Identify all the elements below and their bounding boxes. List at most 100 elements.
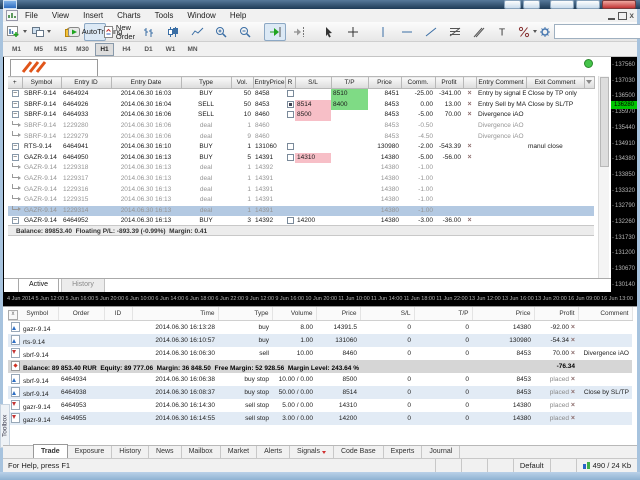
chart-shift-button[interactable] xyxy=(288,23,310,41)
timeframe-m15[interactable]: M15 xyxy=(51,43,70,56)
toolbox-col-header[interactable]: ID xyxy=(104,307,133,321)
panel-tab-history[interactable]: History xyxy=(61,279,105,293)
history-col-header[interactable] xyxy=(584,76,595,89)
timeframe-w1[interactable]: W1 xyxy=(161,43,180,56)
timeframe-d1[interactable]: D1 xyxy=(139,43,158,56)
history-col-header[interactable]: Comm. xyxy=(401,76,436,89)
horizontal-line-button[interactable] xyxy=(396,23,418,41)
profiles-button[interactable] xyxy=(30,23,52,41)
toolbox-side-tab[interactable]: Toolbox xyxy=(0,404,10,448)
mdi-restore-icon[interactable] xyxy=(617,12,627,20)
history-order-row[interactable]: − SBRF-9.14 6464926 2014.06.30 16:04 SELL 50 8… xyxy=(8,99,594,111)
trendline-button[interactable] xyxy=(420,23,442,41)
toolbox-col-header[interactable]: Type xyxy=(218,307,273,321)
tab-code-base[interactable]: Code Base xyxy=(334,446,384,458)
collapse-icon[interactable]: − xyxy=(11,217,19,225)
search-input[interactable] xyxy=(555,25,640,38)
mdi-close-icon[interactable]: x xyxy=(630,12,634,20)
toolbox-row[interactable]: gazr-9.14 6464955 2014.06.30 16:14:55 sell … xyxy=(8,412,632,425)
status-profile[interactable]: Default xyxy=(512,459,550,472)
history-col-header[interactable]: Symbol xyxy=(22,76,62,89)
history-col-header[interactable]: S/L xyxy=(295,76,332,89)
tab-signals[interactable]: Signals xyxy=(290,446,334,458)
reverse-checkbox[interactable] xyxy=(287,153,294,161)
collapse-icon[interactable]: − xyxy=(11,143,19,151)
collapse-icon[interactable]: − xyxy=(11,100,19,108)
history-col-header[interactable]: Vol. xyxy=(231,76,254,89)
close-icon[interactable] xyxy=(602,0,636,9)
timeframe-m5[interactable]: M5 xyxy=(29,43,48,56)
history-deal-row[interactable]: GAZR-9.14 1229314 2014.06.30 16:13 deal 1 143… xyxy=(8,205,594,217)
toolbox-row[interactable]: rts-9.14 2014.06.30 16:10:57 buy 1.00 131060… xyxy=(8,334,632,347)
toolbox-col-header[interactable]: Comment xyxy=(578,307,633,321)
history-col-header[interactable]: Entry Comment xyxy=(476,76,527,89)
scrollbar-thumb[interactable] xyxy=(600,77,609,167)
line-chart-mode-button[interactable] xyxy=(186,23,208,41)
history-deal-row[interactable]: SBRF-9.14 1229280 2014.06.30 16:06 deal 1 846… xyxy=(8,120,594,132)
toolbox-col-header[interactable]: Time xyxy=(132,307,219,321)
menu-item-view[interactable]: View xyxy=(45,9,76,22)
menu-item-file[interactable]: File xyxy=(18,9,45,22)
zoom-in-button[interactable] xyxy=(210,23,232,41)
channel-button[interactable] xyxy=(468,23,490,41)
menu-item-insert[interactable]: Insert xyxy=(76,9,110,22)
close-position-icon[interactable]: × xyxy=(569,337,575,344)
quick-access-button-2[interactable] xyxy=(523,0,540,9)
history-col-header[interactable]: T/P xyxy=(331,76,369,89)
tab-exposure[interactable]: Exposure xyxy=(68,446,113,458)
close-position-icon[interactable]: × xyxy=(467,154,471,161)
gear-icon[interactable] xyxy=(539,26,551,38)
time-scale[interactable]: 4 Jun 2014 5 Jun 12:00 5 Jun 16:00 5 Jun 20… xyxy=(3,292,637,306)
toolbox-balance-row[interactable]: Balance: 89 853.40 RUR Equity: 89 777.06… xyxy=(8,360,632,373)
timeframe-m1[interactable]: M1 xyxy=(7,43,26,56)
toolbox-row[interactable]: gazr-9.14 2014.06.30 16:13:28 buy 8.00 14391… xyxy=(8,321,632,335)
filter-icon[interactable] xyxy=(586,80,592,84)
quick-access-button-1[interactable] xyxy=(504,0,521,9)
history-col-header[interactable]: Price xyxy=(368,76,402,89)
history-order-row[interactable]: − RTS-9.14 6464941 2014.06.30 16:10 BUY 1 1310… xyxy=(8,142,594,153)
close-position-icon[interactable]: × xyxy=(467,101,471,108)
history-order-row[interactable]: − SBRF-9.14 6464933 2014.06.30 16:06 SELL 10 8… xyxy=(8,110,594,121)
collapse-icon[interactable]: − xyxy=(11,90,19,98)
text-label-button[interactable]: T xyxy=(492,23,514,41)
mdi-minimize-icon[interactable] xyxy=(607,11,615,20)
menu-item-help[interactable]: Help xyxy=(223,9,253,22)
close-position-icon[interactable]: × xyxy=(569,402,575,409)
toolbox-col-header[interactable]: Order xyxy=(58,307,105,321)
history-deal-row[interactable]: GAZR-9.14 1229316 2014.06.30 16:13 deal 1 143… xyxy=(8,184,594,195)
history-col-header[interactable]: + xyxy=(8,76,23,89)
zoom-out-button[interactable] xyxy=(234,23,256,41)
history-col-header[interactable]: Entry Date xyxy=(111,76,182,89)
toolbox-row[interactable]: sbrf-9.14 2014.06.30 16:06:30 sell 10.00 846… xyxy=(8,347,632,360)
history-col-header[interactable]: Type xyxy=(181,76,232,89)
chart-area[interactable]: + Symbol Entry ID Entry Date Type Vol. EntryPr… xyxy=(3,57,637,293)
toolbox-col-header[interactable]: Profit xyxy=(534,307,579,321)
history-deal-row[interactable]: SBRF-9.14 1229279 2014.06.30 16:06 deal 9 846… xyxy=(8,131,594,142)
collapse-icon[interactable]: − xyxy=(11,111,19,119)
tab-market[interactable]: Market xyxy=(221,446,258,458)
close-position-icon[interactable]: × xyxy=(467,111,471,118)
crosshair-button[interactable] xyxy=(342,23,364,41)
history-scrollbar[interactable] xyxy=(598,76,609,290)
toolbox-close-icon[interactable]: x xyxy=(8,310,18,320)
toolbox-row[interactable]: gazr-9.14 6464953 2014.06.30 16:14:30 sell … xyxy=(8,399,632,412)
maximize-icon[interactable] xyxy=(576,0,600,9)
history-col-header[interactable] xyxy=(463,76,477,89)
reverse-checkbox[interactable] xyxy=(287,143,294,151)
close-position-icon[interactable]: × xyxy=(467,90,471,97)
tab-mailbox[interactable]: Mailbox xyxy=(182,446,221,458)
toolbox-col-header[interactable]: Volume xyxy=(272,307,317,321)
tab-history[interactable]: History xyxy=(112,446,150,458)
history-col-header[interactable]: Exit Comment xyxy=(526,76,585,89)
toolbox-col-header[interactable]: Price xyxy=(472,307,535,321)
timeframe-mn[interactable]: MN xyxy=(183,43,202,56)
toolbox-col-header[interactable]: T/P xyxy=(414,307,473,321)
collapse-icon[interactable]: − xyxy=(11,153,19,161)
history-col-header[interactable]: Profit xyxy=(435,76,464,89)
reverse-checkbox[interactable] xyxy=(287,111,294,119)
new-chart-button[interactable] xyxy=(6,23,28,41)
close-position-icon[interactable]: × xyxy=(467,217,471,224)
menu-item-charts[interactable]: Charts xyxy=(110,9,148,22)
toolbox-col-header[interactable]: S/L xyxy=(360,307,415,321)
tab-journal[interactable]: Journal xyxy=(422,446,461,458)
